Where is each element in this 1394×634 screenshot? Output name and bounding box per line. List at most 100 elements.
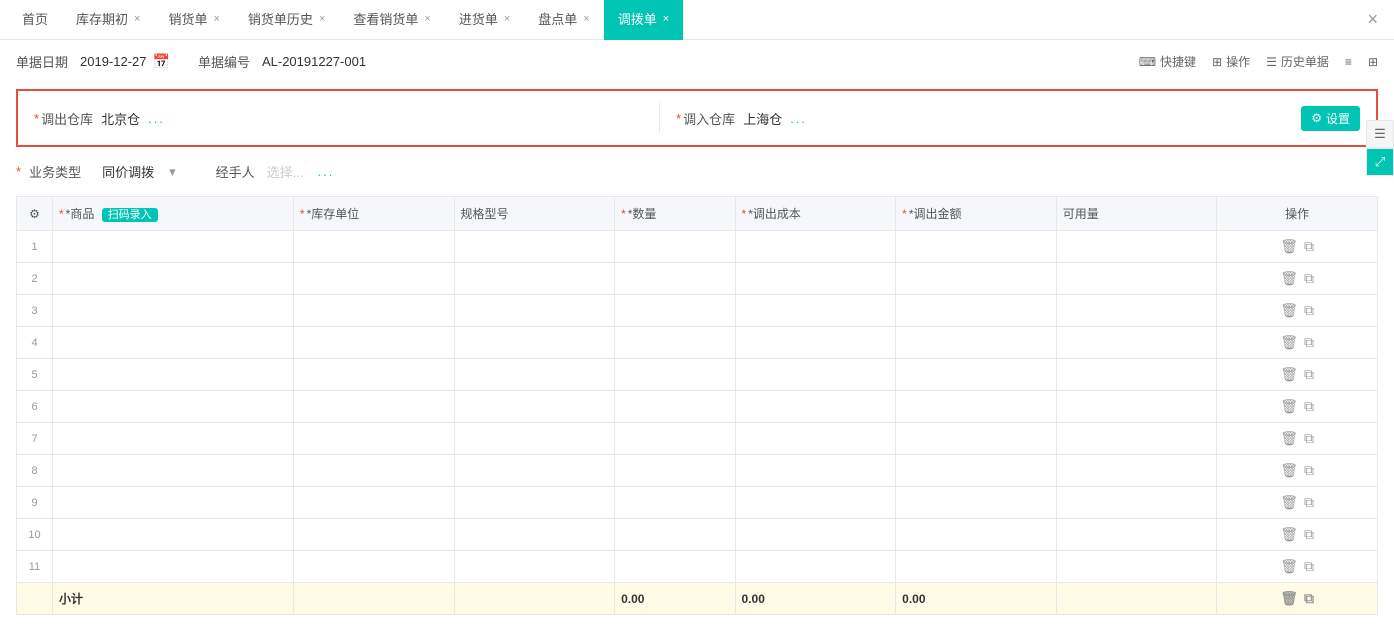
row-unit-5[interactable] — [293, 359, 454, 391]
row-avail-6[interactable] — [1056, 391, 1217, 423]
delete-row-icon-4[interactable]: 🗑 — [1280, 334, 1298, 351]
row-avail-7[interactable] — [1056, 423, 1217, 455]
copy-row-icon-4[interactable]: ⧉ — [1304, 334, 1314, 351]
row-cost-7[interactable] — [735, 423, 896, 455]
layout2-btn[interactable]: ⊞ — [1368, 55, 1378, 69]
row-qty-7[interactable] — [615, 423, 735, 455]
row-cost-9[interactable] — [735, 487, 896, 519]
copy-row-icon-2[interactable]: ⧉ — [1304, 270, 1314, 287]
row-cost-10[interactable] — [735, 519, 896, 551]
business-type-dropdown-icon[interactable]: ▾ — [169, 164, 176, 180]
row-cost-1[interactable] — [735, 231, 896, 263]
row-amount-9[interactable] — [896, 487, 1057, 519]
row-spec-2[interactable] — [454, 263, 615, 295]
row-avail-1[interactable] — [1056, 231, 1217, 263]
settings-button[interactable]: ⚙ 设置 — [1301, 106, 1360, 131]
row-qty-5[interactable] — [615, 359, 735, 391]
row-amount-6[interactable] — [896, 391, 1057, 423]
tab-purchase[interactable]: 进货单 × — [445, 0, 524, 40]
row-avail-9[interactable] — [1056, 487, 1217, 519]
row-product-3[interactable] — [53, 295, 294, 327]
row-qty-11[interactable] — [615, 551, 735, 583]
row-unit-6[interactable] — [293, 391, 454, 423]
row-product-9[interactable] — [53, 487, 294, 519]
tab-close-stocktake[interactable]: × — [583, 13, 589, 25]
row-qty-2[interactable] — [615, 263, 735, 295]
window-close-button[interactable]: × — [1359, 9, 1386, 30]
delete-subtotal-icon[interactable]: 🗑 — [1280, 590, 1298, 607]
delete-row-icon-1[interactable]: 🗑 — [1280, 238, 1298, 255]
tab-sales-order[interactable]: 销货单 × — [154, 0, 233, 40]
row-product-8[interactable] — [53, 455, 294, 487]
row-spec-1[interactable] — [454, 231, 615, 263]
row-spec-7[interactable] — [454, 423, 615, 455]
row-unit-11[interactable] — [293, 551, 454, 583]
tab-close-sales-order[interactable]: × — [213, 13, 219, 25]
delete-row-icon-2[interactable]: 🗑 — [1280, 270, 1298, 287]
delete-row-icon-3[interactable]: 🗑 — [1280, 302, 1298, 319]
sidebar-expand-icon-btn[interactable]: ⤢ — [1366, 148, 1394, 176]
row-unit-4[interactable] — [293, 327, 454, 359]
copy-row-icon-1[interactable]: ⧉ — [1304, 238, 1314, 255]
row-spec-11[interactable] — [454, 551, 615, 583]
row-avail-2[interactable] — [1056, 263, 1217, 295]
layout1-btn[interactable]: ≡ — [1345, 55, 1352, 69]
row-unit-3[interactable] — [293, 295, 454, 327]
scan-btn-header[interactable]: 扫码录入 — [102, 208, 158, 222]
row-spec-3[interactable] — [454, 295, 615, 327]
row-avail-8[interactable] — [1056, 455, 1217, 487]
row-spec-4[interactable] — [454, 327, 615, 359]
delete-row-icon-8[interactable]: 🗑 — [1280, 462, 1298, 479]
row-cost-8[interactable] — [735, 455, 896, 487]
row-product-2[interactable] — [53, 263, 294, 295]
delete-row-icon-7[interactable]: 🗑 — [1280, 430, 1298, 447]
tab-close-purchase[interactable]: × — [504, 13, 510, 25]
row-avail-3[interactable] — [1056, 295, 1217, 327]
tab-sales-history[interactable]: 销货单历史 × — [234, 0, 339, 40]
row-qty-8[interactable] — [615, 455, 735, 487]
row-cost-3[interactable] — [735, 295, 896, 327]
row-unit-10[interactable] — [293, 519, 454, 551]
row-unit-7[interactable] — [293, 423, 454, 455]
sidebar-doc-icon-btn[interactable]: ☰ — [1366, 120, 1394, 148]
out-warehouse-value[interactable]: 北京仓 — [101, 109, 140, 128]
copy-row-icon-7[interactable]: ⧉ — [1304, 430, 1314, 447]
row-unit-8[interactable] — [293, 455, 454, 487]
copy-subtotal-icon[interactable]: ⧉ — [1304, 590, 1314, 607]
row-amount-4[interactable] — [896, 327, 1057, 359]
tab-stocktake[interactable]: 盘点单 × — [524, 0, 603, 40]
row-cost-5[interactable] — [735, 359, 896, 391]
tab-transfer[interactable]: 调拨单 × — [604, 0, 683, 40]
row-qty-9[interactable] — [615, 487, 735, 519]
row-qty-1[interactable] — [615, 231, 735, 263]
row-spec-5[interactable] — [454, 359, 615, 391]
calendar-icon[interactable]: 📅 — [153, 53, 170, 70]
row-unit-1[interactable] — [293, 231, 454, 263]
row-qty-10[interactable] — [615, 519, 735, 551]
row-unit-2[interactable] — [293, 263, 454, 295]
row-product-6[interactable] — [53, 391, 294, 423]
row-avail-10[interactable] — [1056, 519, 1217, 551]
row-amount-8[interactable] — [896, 455, 1057, 487]
row-amount-5[interactable] — [896, 359, 1057, 391]
person-select-btn[interactable]: 选择... — [267, 162, 304, 181]
row-product-11[interactable] — [53, 551, 294, 583]
row-product-4[interactable] — [53, 327, 294, 359]
tab-close-sales-history[interactable]: × — [319, 13, 325, 25]
delete-row-icon-9[interactable]: 🗑 — [1280, 494, 1298, 511]
row-qty-4[interactable] — [615, 327, 735, 359]
operations-btn[interactable]: ⊞ 操作 — [1212, 53, 1250, 70]
row-product-10[interactable] — [53, 519, 294, 551]
delete-row-icon-6[interactable]: 🗑 — [1280, 398, 1298, 415]
row-spec-10[interactable] — [454, 519, 615, 551]
delete-row-icon-10[interactable]: 🗑 — [1280, 526, 1298, 543]
row-cost-11[interactable] — [735, 551, 896, 583]
row-avail-11[interactable] — [1056, 551, 1217, 583]
row-spec-8[interactable] — [454, 455, 615, 487]
out-warehouse-more-btn[interactable]: ... — [148, 111, 165, 126]
delete-row-icon-5[interactable]: 🗑 — [1280, 366, 1298, 383]
row-unit-9[interactable] — [293, 487, 454, 519]
in-warehouse-more-btn[interactable]: ... — [790, 111, 807, 126]
row-amount-7[interactable] — [896, 423, 1057, 455]
tab-view-sales[interactable]: 查看销货单 × — [339, 0, 444, 40]
